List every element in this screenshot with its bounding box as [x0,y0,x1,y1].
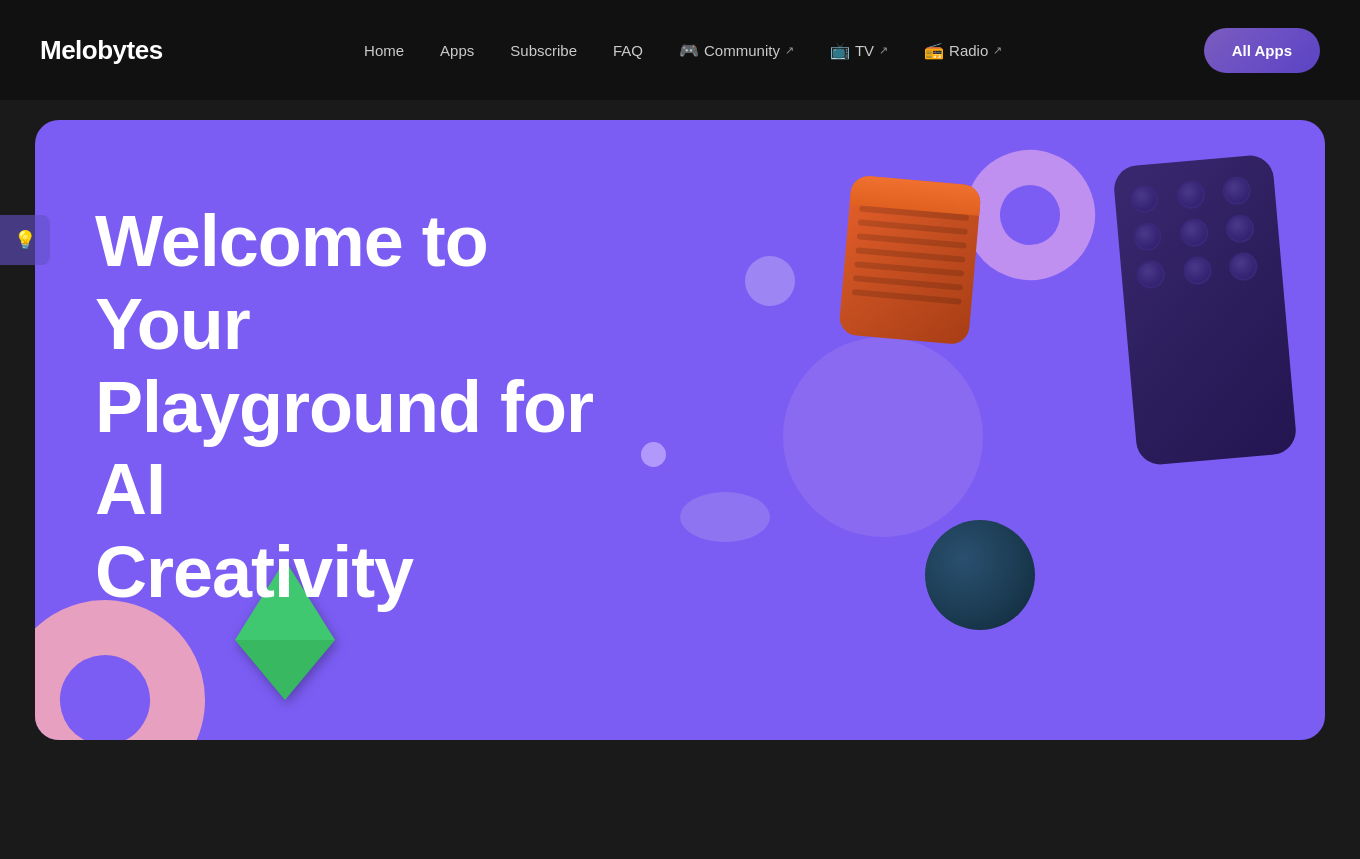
lightbulb-toggle-button[interactable]: 💡 [0,215,50,265]
brand-logo[interactable]: Melobytes [40,35,163,66]
ridge-4 [855,247,965,263]
decorative-lego-purple [1112,154,1298,467]
stud-1 [1129,184,1159,214]
stud-2 [1175,180,1205,210]
nav-item-apps[interactable]: Apps [440,42,474,59]
hero-section: Welcome to Your Playground for AI Creati… [0,100,1360,760]
stud-3 [1222,176,1252,206]
stud-9 [1229,251,1259,281]
decorative-blob [680,492,770,542]
nav-item-radio[interactable]: 📻 Radio ↗ [924,41,1002,60]
hero-title: Welcome to Your Playground for AI Creati… [95,200,655,614]
hero-banner: Welcome to Your Playground for AI Creati… [35,120,1325,740]
nav-item-home[interactable]: Home [364,42,404,59]
studs-grid [1129,175,1268,290]
stud-6 [1225,213,1255,243]
navbar: Melobytes Home Apps Subscribe FAQ 🎮 Com [0,0,1360,100]
ridge-1 [859,205,969,221]
decorative-circle-small-2 [745,256,795,306]
community-icon: 🎮 [679,41,699,60]
all-apps-button[interactable]: All Apps [1204,28,1320,73]
ridge-5 [854,261,964,277]
stud-7 [1136,259,1166,289]
decorative-cylinder-orange [838,175,981,346]
radio-icon: 📻 [924,41,944,60]
nav-item-faq[interactable]: FAQ [613,42,643,59]
external-link-icon-radio: ↗ [993,44,1002,57]
stud-4 [1132,222,1162,252]
nav-links: Home Apps Subscribe FAQ 🎮 Community ↗ [364,41,1002,60]
cylinder-ridges [850,205,970,329]
external-link-icon-tv: ↗ [879,44,888,57]
ridge-3 [857,233,967,249]
nav-item-subscribe[interactable]: Subscribe [510,42,577,59]
nav-item-tv[interactable]: 📺 TV ↗ [830,41,888,60]
hero-text-block: Welcome to Your Playground for AI Creati… [95,200,655,614]
stud-8 [1182,255,1212,285]
stud-5 [1179,218,1209,248]
decorative-sphere-dark [925,520,1035,630]
ridge-2 [858,219,968,235]
nav-item-community[interactable]: 🎮 Community ↗ [679,41,794,60]
ridge-6 [853,275,963,291]
decorative-circle-large [783,337,983,537]
ridge-7 [852,289,962,305]
external-link-icon: ↗ [785,44,794,57]
tv-icon: 📺 [830,41,850,60]
lightbulb-icon: 💡 [14,229,36,251]
